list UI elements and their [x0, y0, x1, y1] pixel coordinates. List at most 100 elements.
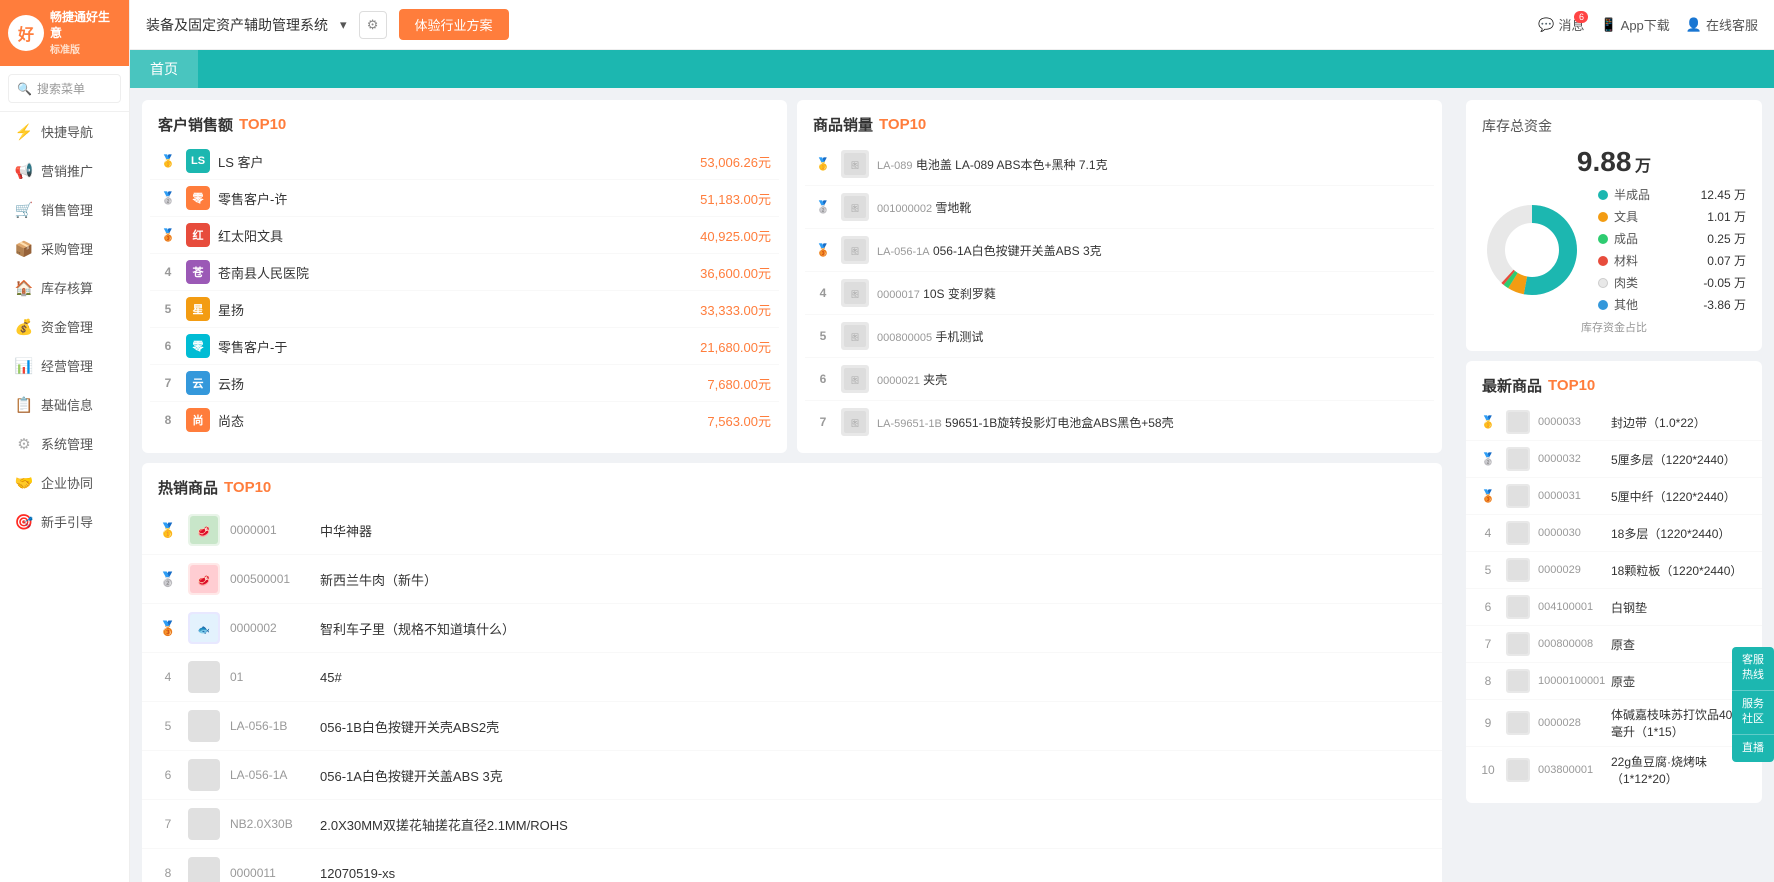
product-info: 0000021 夹壳: [877, 371, 1426, 388]
legend-item: 文具 1.01 万: [1598, 208, 1746, 225]
hot-product-thumb: [188, 661, 220, 693]
customer-rank-item[interactable]: 5 星 星扬 33,333.00元: [150, 291, 779, 328]
inventory-card: 库存总资金 9.88 万: [1466, 100, 1762, 351]
rank-number: 8: [1478, 674, 1498, 688]
customer-rank-item[interactable]: 🥈 零 零售客户-许 51,183.00元: [150, 180, 779, 217]
product-sales-item[interactable]: 7 图 LA-59651-1B 59651-1B旋转投影灯电池盒ABS黑色+58…: [805, 401, 1434, 443]
product-thumb: 图: [841, 365, 869, 393]
rank-number: 5: [813, 329, 833, 343]
hot-product-item[interactable]: 5 LA-056-1B 056-1B白色按键开关壳ABS2壳: [142, 702, 1442, 751]
product-sales-item[interactable]: 6 图 0000021 夹壳: [805, 358, 1434, 401]
rank-number: 7: [1478, 637, 1498, 651]
sidebar-item-inventory[interactable]: 🏠 库存核算: [0, 268, 129, 307]
title-dropdown[interactable]: ▾: [340, 17, 347, 33]
customer-rank-item[interactable]: 4 苍 苍南县人民医院 36,600.00元: [150, 254, 779, 291]
customer-rank-list: 🥇 LS LS 客户 53,006.26元 🥈 零 零售客户-许 51,183.…: [142, 143, 787, 438]
rank-number: 6: [158, 339, 178, 353]
inventory-legend: 半成品 12.45 万 文具 1.01 万 成品 0.25 万: [1598, 186, 1746, 313]
product-thumb: 图: [841, 193, 869, 221]
float-service-btn[interactable]: 客服 热线: [1732, 647, 1774, 691]
new-product-thumb: [1506, 484, 1530, 508]
new-product-item[interactable]: 7 000800008 原查: [1466, 626, 1762, 663]
customer-rank-item[interactable]: 🥇 LS LS 客户 53,006.26元: [150, 143, 779, 180]
new-product-item[interactable]: 10 003800001 22g鱼豆腐·烧烤味（1*12*20）: [1466, 747, 1762, 793]
customer-rank-item[interactable]: 7 云 云扬 7,680.00元: [150, 365, 779, 402]
customer-amount: 53,006.26元: [700, 152, 771, 171]
customer-amount: 51,183.00元: [700, 189, 771, 208]
rank-number: 4: [158, 670, 178, 684]
rank-number: 5: [158, 719, 178, 733]
tab-home[interactable]: 首页: [130, 50, 198, 88]
basics-icon: 📋: [15, 396, 33, 414]
new-product-item[interactable]: 6 004100001 白钢垫: [1466, 589, 1762, 626]
sidebar-item-operations[interactable]: 📊 经营管理: [0, 346, 129, 385]
legend-dot: [1598, 234, 1608, 244]
rank-number: 4: [1478, 526, 1498, 540]
product-sales-item[interactable]: 🥇 图 LA-089 电池盖 LA-089 ABS本色+黑种 7.1克: [805, 143, 1434, 186]
sidebar-item-finance[interactable]: 💰 资金管理: [0, 307, 129, 346]
float-live-btn[interactable]: 直播: [1732, 735, 1774, 762]
hot-product-item[interactable]: 🥉 🐟 0000002 智利车子里（规格不知道填什么）: [142, 604, 1442, 653]
rank-number: 🥈: [813, 200, 833, 214]
product-info: LA-056-1A 056-1A白色按键开关盖ABS 3克: [877, 242, 1426, 259]
sidebar-item-system[interactable]: ⚙ 系统管理: [0, 424, 129, 463]
sidebar-item-guide[interactable]: 🎯 新手引导: [0, 502, 129, 541]
new-product-item[interactable]: 🥇 0000033 封边带（1.0*22）: [1466, 404, 1762, 441]
sidebar-nav: ⚡ 快捷导航 📢 营销推广 🛒 销售管理 📦 采购管理 🏠 库存核算 💰 资金管…: [0, 112, 129, 541]
product-sales-item[interactable]: 🥈 图 001000002 雪地靴: [805, 186, 1434, 229]
product-info: 000800005 手机测试: [877, 328, 1426, 345]
messages-button[interactable]: 💬 消息 6: [1538, 15, 1584, 34]
topbar: 装备及固定资产辅助管理系统 ▾ ⚙ 体验行业方案 💬 消息 6 📱 App下载 …: [130, 0, 1774, 50]
online-service-button[interactable]: 👤 在线客服: [1686, 15, 1758, 34]
hot-product-item[interactable]: 🥇 🥩 0000001 中华神器: [142, 506, 1442, 555]
customer-rank-item[interactable]: 🥉 红 红太阳文具 40,925.00元: [150, 217, 779, 254]
rank-number: 🥉: [158, 620, 178, 637]
new-product-item[interactable]: 🥉 0000031 5厘中纤（1220*2440）: [1466, 478, 1762, 515]
customer-name: 零售客户-于: [218, 337, 692, 356]
product-sales-title: 商品销量 TOP10: [813, 114, 926, 135]
customer-avatar: 苍: [186, 260, 210, 284]
hot-product-item[interactable]: 🥈 🥩 000500001 新西兰牛肉（新牛）: [142, 555, 1442, 604]
hot-product-info: LA-056-1B 056-1B白色按键开关壳ABS2壳: [230, 717, 1426, 736]
sidebar-item-sales[interactable]: 🛒 销售管理: [0, 190, 129, 229]
hot-product-item[interactable]: 4 01 45#: [142, 653, 1442, 702]
new-product-item[interactable]: 8 10000100001 原壶: [1466, 663, 1762, 700]
sidebar-item-quicknav[interactable]: ⚡ 快捷导航: [0, 112, 129, 151]
product-sales-item[interactable]: 5 图 000800005 手机测试: [805, 315, 1434, 358]
customer-avatar: 零: [186, 186, 210, 210]
product-sales-item[interactable]: 4 图 0000017 10S 变刹罗蕤: [805, 272, 1434, 315]
hot-products-section: 热销商品 TOP10 🥇 🥩 0000001 中华神器: [142, 463, 1442, 882]
legend-dot: [1598, 278, 1608, 288]
sidebar-item-marketing[interactable]: 📢 营销推广: [0, 151, 129, 190]
new-product-item[interactable]: 5 0000029 18颗粒板（1220*2440）: [1466, 552, 1762, 589]
new-product-item[interactable]: 🥈 0000032 5厘多层（1220*2440）: [1466, 441, 1762, 478]
customer-rank-item[interactable]: 8 尚 尚态 7,563.00元: [150, 402, 779, 438]
float-community-btn[interactable]: 服务 社区: [1732, 691, 1774, 735]
hot-product-info: 0000001 中华神器: [230, 521, 1426, 540]
new-product-item[interactable]: 9 0000028 体碱嘉枝味苏打饮品400毫升（1*15）: [1466, 700, 1762, 747]
hot-product-item[interactable]: 7 NB2.0X30B 2.0X30MM双搓花轴搓花直径2.1MM/ROHS: [142, 800, 1442, 849]
trial-button[interactable]: 体验行业方案: [399, 9, 509, 40]
product-thumb: 图: [841, 322, 869, 350]
product-name: 000800005 手机测试: [877, 328, 1426, 345]
new-product-item[interactable]: 4 0000030 18多层（1220*2440）: [1466, 515, 1762, 552]
app-download-button[interactable]: 📱 App下载: [1600, 15, 1669, 34]
sidebar-item-basics[interactable]: 📋 基础信息: [0, 385, 129, 424]
sidebar-item-purchase[interactable]: 📦 采购管理: [0, 229, 129, 268]
sidebar: 好 畅捷通好生意 标准版 🔍 搜索菜单 ⚡ 快捷导航 📢 营销推广 🛒 销售管理…: [0, 0, 130, 882]
search-menu-button[interactable]: 🔍 搜索菜单: [8, 74, 121, 103]
svg-text:图: 图: [851, 204, 859, 213]
main-area: 装备及固定资产辅助管理系统 ▾ ⚙ 体验行业方案 💬 消息 6 📱 App下载 …: [130, 0, 1774, 882]
hot-product-item[interactable]: 6 LA-056-1A 056-1A白色按键开关盖ABS 3克: [142, 751, 1442, 800]
customer-amount: 7,680.00元: [707, 374, 771, 393]
customer-rank-item[interactable]: 6 零 零售客户-于 21,680.00元: [150, 328, 779, 365]
sidebar-item-cooperation[interactable]: 🤝 企业协同: [0, 463, 129, 502]
hot-product-item[interactable]: 8 0000011 12070519-xs: [142, 849, 1442, 882]
product-info: LA-089 电池盖 LA-089 ABS本色+黑种 7.1克: [877, 156, 1426, 173]
product-sales-item[interactable]: 🥉 图 LA-056-1A 056-1A白色按键开关盖ABS 3克: [805, 229, 1434, 272]
customer-name: 零售客户-许: [218, 189, 692, 208]
cooperation-icon: 🤝: [15, 474, 33, 492]
rank-number: 🥈: [1478, 452, 1498, 466]
rank-number: 6: [158, 768, 178, 782]
settings-button[interactable]: ⚙: [359, 11, 387, 39]
